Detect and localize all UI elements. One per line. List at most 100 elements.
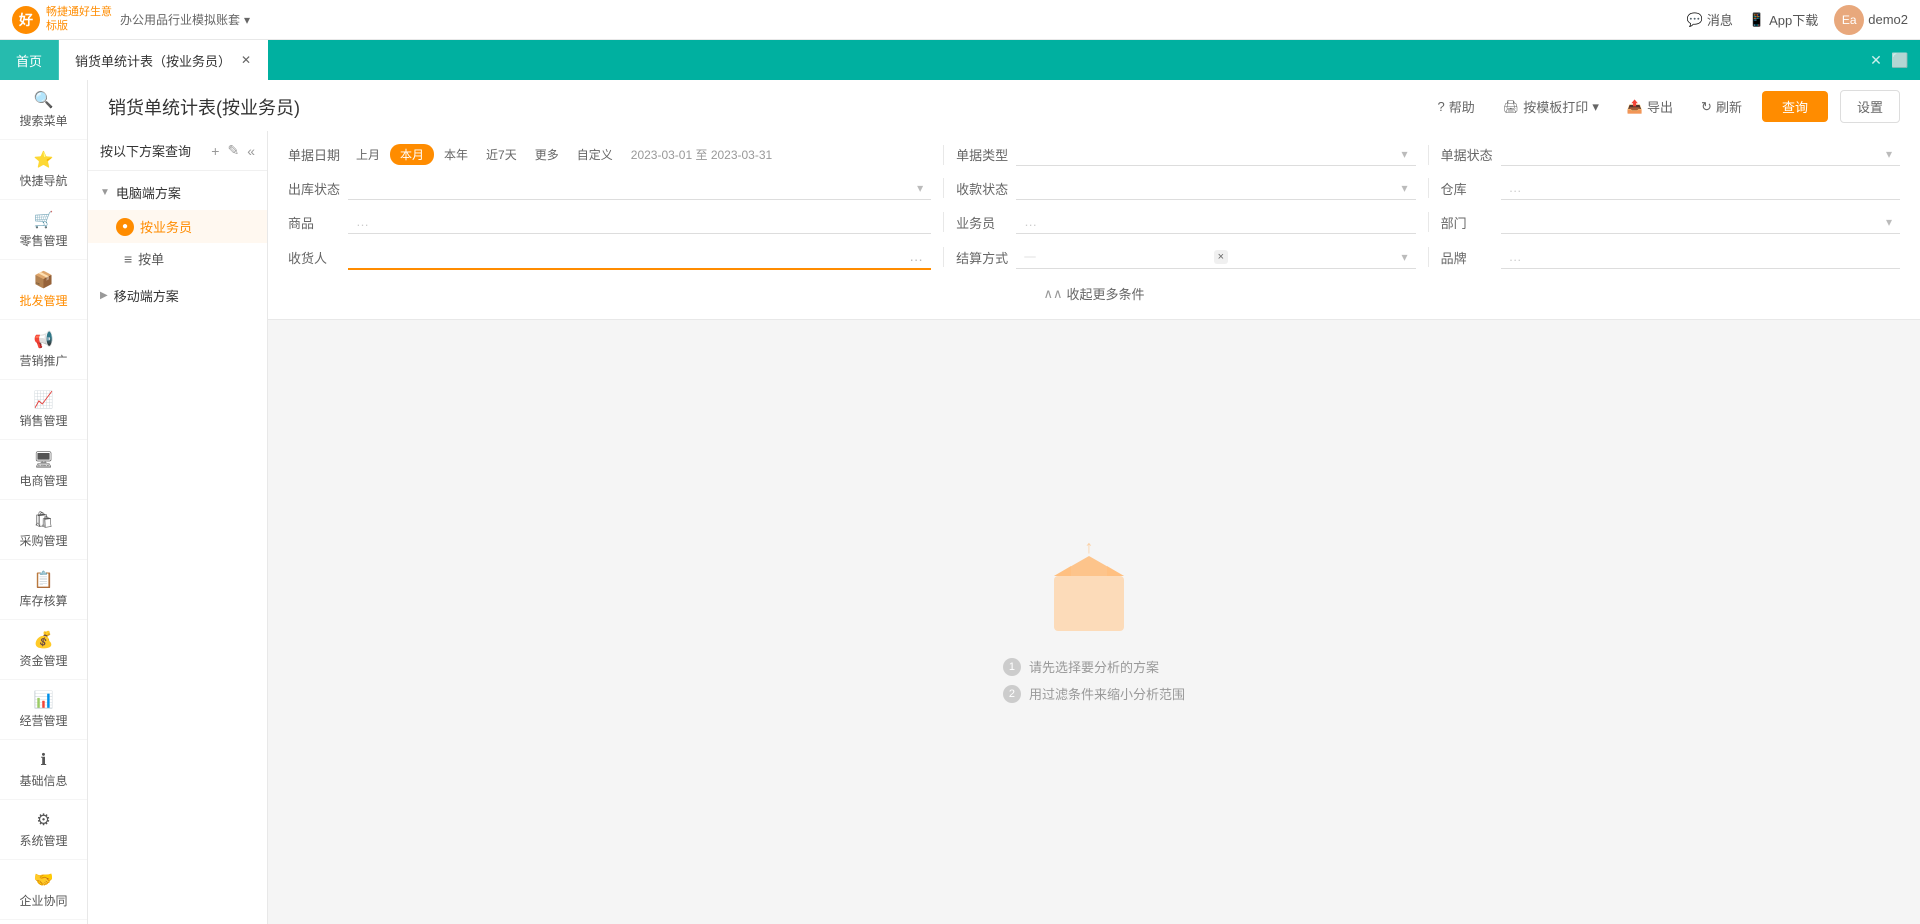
sidebar-item-operation[interactable]: 📊 经营管理 [0, 680, 87, 740]
panel-area: 按以下方案查询 + ✎ « ▼ 电脑端方案 ● [88, 131, 1920, 924]
scheme-panel: 按以下方案查询 + ✎ « ▼ 电脑端方案 ● [88, 131, 268, 924]
sidebar-item-search[interactable]: 🔍 搜索菜单 [0, 80, 87, 140]
scheme-edit-btn[interactable]: ✎ [227, 142, 239, 159]
sidebar-item-finance[interactable]: 💰 资金管理 [0, 620, 87, 680]
settings-btn[interactable]: 设置 [1840, 90, 1900, 123]
box-icon: 📦 [0, 270, 87, 290]
export-icon: 📤 [1627, 99, 1643, 115]
recipient-more-icon[interactable]: … [909, 248, 923, 264]
tab-home[interactable]: 首页 [0, 40, 59, 80]
sales-icon: 📈 [0, 390, 87, 410]
filter-panel: 单据日期 上月 本月 本年 近7天 更多 自定义 2023-03-01 至 20… [268, 131, 1920, 320]
top-bar-dropdown[interactable]: 办公用品行业模拟账套 ▾ [120, 11, 250, 28]
filter-field-voucher-status: 单据状态 ▾ [1441, 143, 1900, 166]
query-btn[interactable]: 查询 [1762, 91, 1828, 122]
scheme-item-by-salesperson[interactable]: ● 按业务员 [88, 210, 267, 243]
app-download-btn[interactable]: 📱 App下载 [1749, 10, 1818, 29]
voucher-type-control[interactable]: ▾ [1016, 143, 1415, 166]
print-dropdown-icon: ▾ [1592, 99, 1599, 115]
scheme-title: 按以下方案查询 [100, 141, 191, 160]
scheme-sub-item-by-order[interactable]: ≡ 按单 [88, 243, 267, 274]
window-maximize-btn[interactable]: ⬜ [1892, 52, 1908, 68]
template-print-label: 按模板打印 [1523, 97, 1588, 116]
scheme-add-btn[interactable]: + [211, 143, 219, 159]
date-btn-more[interactable]: 更多 [527, 144, 567, 165]
scheme-group-desktop-title[interactable]: ▼ 电脑端方案 [88, 175, 267, 210]
collapse-label: 收起更多条件 [1067, 284, 1145, 303]
order-scheme-icon: ≡ [124, 251, 132, 267]
sidebar-item-retail[interactable]: 🛒 零售管理 [0, 200, 87, 260]
sidebar-item-system[interactable]: ⚙ 系统管理 [0, 800, 87, 860]
sidebar-item-inventory[interactable]: 📋 库存核算 [0, 560, 87, 620]
settlement-dropdown-icon: ▾ [1402, 250, 1408, 264]
date-btn-this-month[interactable]: 本月 [390, 144, 434, 165]
export-btn[interactable]: 📤 导出 [1619, 93, 1681, 120]
filter-field-brand: 品牌 … [1441, 245, 1900, 269]
outbound-dropdown-icon: ▾ [917, 181, 923, 195]
app-download-icon: 📱 [1749, 12, 1765, 28]
date-btn-this-year[interactable]: 本年 [436, 144, 476, 165]
filter-row-1: 单据日期 上月 本月 本年 近7天 更多 自定义 2023-03-01 至 20… [288, 143, 1900, 166]
filter-row-4: 收货人 … 结算方式 × [288, 244, 1900, 270]
hint-num-2: 2 [1003, 685, 1021, 703]
date-btn-last-month[interactable]: 上月 [348, 144, 388, 165]
voucher-status-dropdown-icon: ▾ [1886, 147, 1892, 161]
warehouse-label: 仓库 [1441, 179, 1501, 198]
sidebar-item-purchase[interactable]: 🛍 采购管理 [0, 500, 87, 560]
date-btn-7days[interactable]: 近7天 [478, 144, 525, 165]
scheme-group-mobile-title[interactable]: ▶ 移动端方案 [88, 278, 267, 313]
sidebar-item-label: 库存核算 [0, 592, 87, 609]
brand-control[interactable]: … [1501, 245, 1900, 269]
warehouse-control[interactable]: … [1501, 176, 1900, 200]
mobile-group-label: 移动端方案 [114, 286, 179, 305]
scheme-header: 按以下方案查询 + ✎ « [88, 131, 267, 171]
filter-field-recipient: 收货人 … [288, 244, 931, 270]
top-bar-right: 💬 消息 📱 App下载 Ea demo2 [1687, 5, 1908, 35]
logo-area: 好 畅捷通好生意标版 [12, 6, 112, 34]
filter-field-voucher-date: 单据日期 上月 本月 本年 近7天 更多 自定义 2023-03-01 至 20… [288, 144, 931, 165]
divider-3 [943, 178, 944, 198]
scheme-collapse-btn[interactable]: « [247, 143, 255, 159]
group-title-label: 电脑端方案 [116, 183, 181, 202]
message-btn[interactable]: 💬 消息 [1687, 10, 1733, 29]
sidebar-item-label: 资金管理 [0, 652, 87, 669]
filter-field-goods: 商品 … [288, 210, 931, 234]
department-control[interactable]: ▾ [1501, 211, 1900, 234]
sidebar-item-wholesale[interactable]: 📦 批发管理 [0, 260, 87, 320]
voucher-status-control[interactable]: ▾ [1501, 143, 1900, 166]
recipient-control[interactable]: … [348, 244, 931, 270]
date-btn-custom[interactable]: 自定义 [569, 144, 621, 165]
refresh-btn[interactable]: ↻ 刷新 [1693, 93, 1750, 120]
window-close-btn[interactable]: ✕ [1868, 52, 1884, 68]
sidebar-item-marketing[interactable]: 📢 营销推广 [0, 320, 87, 380]
settlement-control[interactable]: × ▾ [1016, 246, 1415, 269]
collapse-btn[interactable]: ∧∧ 收起更多条件 [288, 280, 1900, 307]
date-quick-btns: 上月 本月 本年 近7天 更多 自定义 2023-03-01 至 2023-03… [348, 144, 931, 165]
sidebar-item-basic[interactable]: ℹ 基础信息 [0, 740, 87, 800]
sidebar-item-newbie[interactable]: 🎓 新手引导 [0, 920, 87, 924]
empty-state: ↑ 1 请先选择要分析的方案 2 用过滤条件来缩小分析范围 [1003, 541, 1185, 703]
user-area[interactable]: Ea demo2 [1834, 5, 1908, 35]
filter-field-warehouse: 仓库 … [1441, 176, 1900, 200]
template-print-btn[interactable]: 🖨 按模板打印 ▾ [1495, 93, 1607, 120]
refresh-icon: ↻ [1701, 99, 1712, 115]
settlement-tag-close[interactable]: × [1214, 250, 1228, 264]
help-btn[interactable]: ? 帮助 [1430, 93, 1483, 120]
goods-control[interactable]: … [348, 210, 931, 234]
hint-text-1: 请先选择要分析的方案 [1029, 657, 1159, 676]
sidebar-item-sales[interactable]: 📈 销售管理 [0, 380, 87, 440]
tab-sales-stats[interactable]: 销货单统计表（按业务员） ✕ [59, 40, 268, 80]
payment-status-control[interactable]: ▾ [1016, 177, 1415, 200]
star-icon: ⭐ [0, 150, 87, 170]
sidebar-item-quick-nav[interactable]: ⭐ 快捷导航 [0, 140, 87, 200]
sidebar-item-ecommerce[interactable]: 🖥 电商管理 [0, 440, 87, 500]
sidebar-item-corp[interactable]: 🤝 企业协同 [0, 860, 87, 920]
recipient-label: 收货人 [288, 248, 348, 267]
header-actions: ? 帮助 🖨 按模板打印 ▾ 📤 导出 ↻ 刷新 [1430, 90, 1900, 123]
goods-placeholder: … [356, 214, 369, 229]
salesperson-control[interactable]: … [1016, 210, 1415, 234]
filter-field-outbound-status: 出库状态 ▾ [288, 177, 931, 200]
warehouse-placeholder: … [1509, 180, 1522, 195]
tab-close-icon[interactable]: ✕ [241, 53, 251, 67]
outbound-status-control[interactable]: ▾ [348, 177, 931, 200]
